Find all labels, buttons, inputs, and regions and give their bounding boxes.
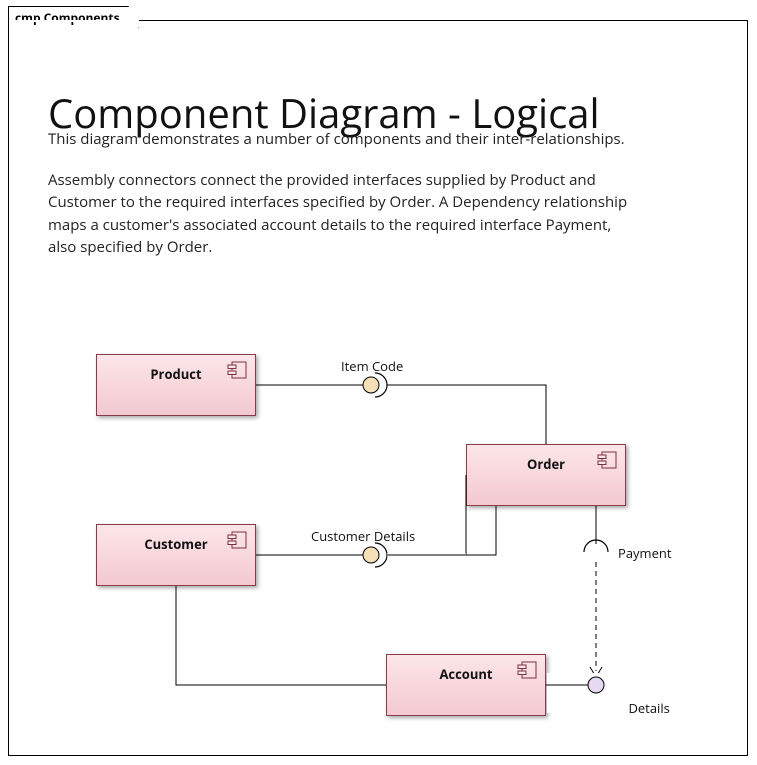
component-customer: Customer [96,524,256,586]
interface-label-account-details: Account Details [576,699,670,717]
diagram-description: This diagram demonstrates a number of co… [48,128,628,277]
component-customer-label: Customer [97,535,255,553]
component-order-label: Order [467,455,625,473]
component-account-label: Account [387,665,545,683]
component-order: Order [466,444,626,506]
component-product-label: Product [97,365,255,383]
interface-label-item-code: Item Code [341,357,403,375]
diagram-frame-tab: cmp Components [8,6,139,28]
component-account: Account [386,654,546,716]
diagram-description-p2: Assembly connectors connect the provided… [48,169,628,259]
component-product: Product [96,354,256,416]
interface-label-payment: Payment [618,544,672,562]
uml-component-diagram-page: cmp Components Component Diagram - Logic… [0,0,757,765]
diagram-frame-tab-cover [9,20,139,22]
diagram-description-p1: This diagram demonstrates a number of co… [48,128,628,151]
interface-label-customer-details: Customer Details [311,527,415,545]
